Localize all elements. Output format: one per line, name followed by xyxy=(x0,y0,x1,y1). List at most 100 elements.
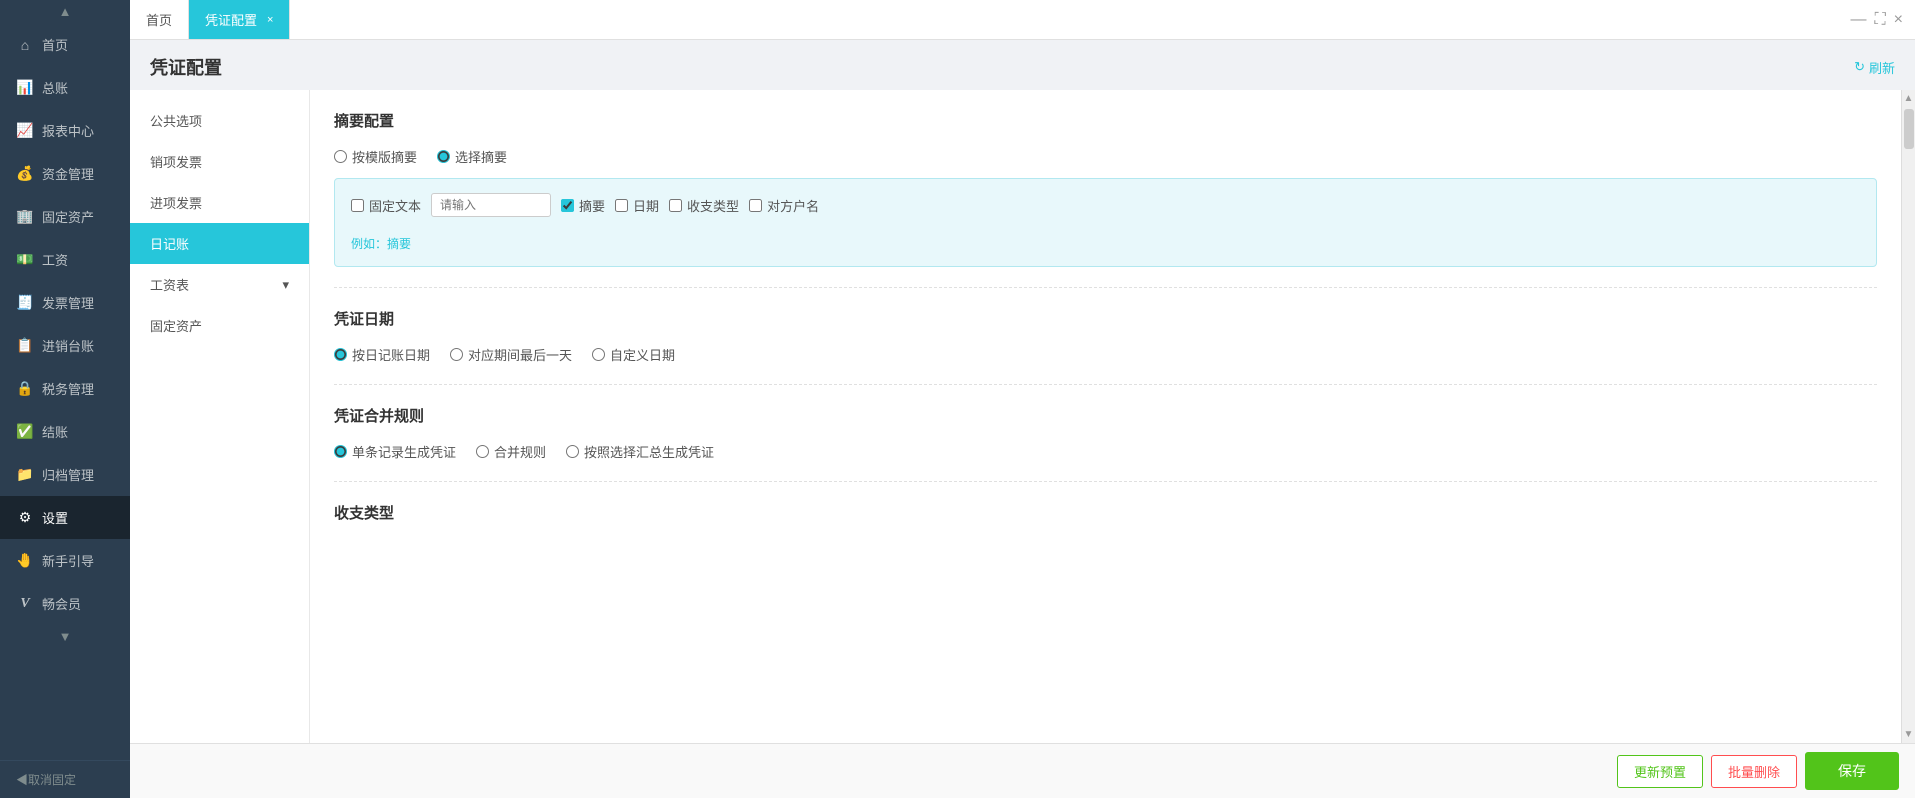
cancel-pin-label: ◀取消固定 xyxy=(16,771,76,788)
section-income-type: 收支类型 xyxy=(334,502,1877,559)
member-icon: V xyxy=(16,596,34,612)
checkbox-date[interactable]: 日期 xyxy=(615,196,659,215)
sidebar-item-guide[interactable]: 🤚 新手引导 xyxy=(0,539,130,582)
home-icon: ⌂ xyxy=(16,37,34,53)
guide-icon: 🤚 xyxy=(16,552,34,569)
left-nav-item-fixed-assets[interactable]: 固定资产 xyxy=(130,305,309,346)
checkbox-abstract[interactable]: 摘要 xyxy=(561,196,605,215)
sidebar-item-tax[interactable]: 🔒 税务管理 xyxy=(0,367,130,410)
bottom-bar: 更新预置 批量删除 保存 xyxy=(130,743,1915,798)
radio-by-selection-input[interactable] xyxy=(566,445,579,458)
sidebar-item-member[interactable]: V 畅会员 xyxy=(0,582,130,625)
sidebar-item-archive[interactable]: 📁 归档管理 xyxy=(0,453,130,496)
left-nav-item-sales-invoice[interactable]: 销项发票 xyxy=(130,141,309,182)
section-income-type-title: 收支类型 xyxy=(334,502,1877,523)
merge-rule-radio-group: 单条记录生成凭证 合并规则 按照选择汇总生成凭证 xyxy=(334,442,1877,461)
outer-scrollbar: ▲ ▼ xyxy=(1901,90,1915,743)
radio-select-abstract[interactable]: 选择摘要 xyxy=(437,147,507,166)
save-button[interactable]: 保存 xyxy=(1805,752,1899,790)
sidebar-item-purchase-sales[interactable]: 📋 进销台账 xyxy=(0,324,130,367)
radio-journal-date[interactable]: 按日记账日期 xyxy=(334,345,430,364)
voucher-date-radio-group: 按日记账日期 对应期间最后一天 自定义日期 xyxy=(334,345,1877,364)
abstract-radio-group: 按模版摘要 选择摘要 xyxy=(334,147,1877,166)
sidebar-item-ledger[interactable]: 📊 总账 xyxy=(0,66,130,109)
sidebar-item-reports[interactable]: 📈 报表中心 xyxy=(0,109,130,152)
radio-last-day-input[interactable] xyxy=(450,348,463,361)
radio-merge-rule-input[interactable] xyxy=(476,445,489,458)
left-nav-item-journal[interactable]: 日记账 xyxy=(130,223,309,264)
section-abstract-title: 摘要配置 xyxy=(334,110,1877,131)
tax-icon: 🔒 xyxy=(16,380,34,397)
refresh-icon: ↻ xyxy=(1854,59,1865,75)
checkbox-date-input[interactable] xyxy=(615,199,628,212)
checkbox-fixed-text[interactable]: 固定文本 xyxy=(351,196,421,215)
radio-single-record-input[interactable] xyxy=(334,445,347,458)
checkbox-fixed-text-input[interactable] xyxy=(351,199,364,212)
tab-close-icon[interactable]: × xyxy=(267,14,273,26)
sidebar-item-invoice-mgmt[interactable]: 🧾 发票管理 xyxy=(0,281,130,324)
tab-actions: — ⛶ × xyxy=(1850,11,1915,29)
sidebar-item-home[interactable]: ⌂ 首页 xyxy=(0,23,130,66)
scroll-down-arrow[interactable]: ▼ xyxy=(1902,726,1915,743)
sidebar-item-assets[interactable]: 🏢 固定资产 xyxy=(0,195,130,238)
radio-single-record[interactable]: 单条记录生成凭证 xyxy=(334,442,456,461)
radio-journal-date-input[interactable] xyxy=(334,348,347,361)
funds-icon: 💰 xyxy=(16,165,34,182)
radio-template-abstract[interactable]: 按模版摘要 xyxy=(334,147,417,166)
sidebar-item-funds[interactable]: 💰 资金管理 xyxy=(0,152,130,195)
settings-icon: ⚙ xyxy=(16,509,34,526)
sidebar-item-settings[interactable]: ⚙ 设置 xyxy=(0,496,130,539)
section-voucher-date-title: 凭证日期 xyxy=(334,308,1877,329)
cancel-pin-button[interactable]: ◀取消固定 xyxy=(0,760,130,798)
scroll-up-arrow[interactable]: ▲ xyxy=(1902,90,1915,107)
sidebar: ▲ ⌂ 首页 📊 总账 📈 报表中心 💰 资金管理 🏢 固定资产 💵 工资 🧾 … xyxy=(0,0,130,798)
update-preview-button[interactable]: 更新预置 xyxy=(1617,755,1703,788)
abstract-config-box: 固定文本 摘要 日期 收支类型 xyxy=(334,178,1877,267)
salary-icon: 💵 xyxy=(16,251,34,268)
settlement-icon: ✅ xyxy=(16,423,34,440)
content-wrapper: 公共选项 销项发票 进项发票 日记账 工资表 ▾ 固定资产 xyxy=(130,90,1915,743)
maximize-button[interactable]: ⛶ xyxy=(1874,11,1885,29)
left-nav-item-purchase-invoice[interactable]: 进项发票 xyxy=(130,182,309,223)
checkbox-counterpart[interactable]: 对方户名 xyxy=(749,196,819,215)
left-nav-item-payroll[interactable]: 工资表 ▾ xyxy=(130,264,309,305)
tab-active-label: 凭证配置 xyxy=(205,10,257,29)
abstract-preview: 例如：摘要 xyxy=(351,235,1860,252)
scroll-thumb[interactable] xyxy=(1904,109,1914,149)
purchase-sales-icon: 📋 xyxy=(16,337,34,354)
invoice-mgmt-icon: 🧾 xyxy=(16,294,34,311)
assets-icon: 🏢 xyxy=(16,208,34,225)
left-nav: 公共选项 销项发票 进项发票 日记账 工资表 ▾ 固定资产 xyxy=(130,90,310,743)
tab-bar: 首页 凭证配置 × — ⛶ × xyxy=(130,0,1915,40)
radio-last-day[interactable]: 对应期间最后一天 xyxy=(450,345,572,364)
tab-home-label: 首页 xyxy=(146,10,172,29)
sidebar-scroll-up[interactable]: ▲ xyxy=(0,0,130,23)
fixed-text-input[interactable] xyxy=(431,193,551,217)
radio-merge-rule[interactable]: 合并规则 xyxy=(476,442,546,461)
checkbox-abstract-input[interactable] xyxy=(561,199,574,212)
main-area: 首页 凭证配置 × — ⛶ × 凭证配置 ↻ 刷新 公共选项 销 xyxy=(130,0,1915,798)
section-merge-rule: 凭证合并规则 单条记录生成凭证 合并规则 按照选择汇总生成凭证 xyxy=(334,405,1877,482)
section-abstract: 摘要配置 按模版摘要 选择摘要 xyxy=(334,110,1877,288)
page-title: 凭证配置 xyxy=(150,54,222,80)
radio-by-selection[interactable]: 按照选择汇总生成凭证 xyxy=(566,442,714,461)
refresh-button[interactable]: ↻ 刷新 xyxy=(1854,58,1895,77)
sidebar-scroll-down[interactable]: ▼ xyxy=(0,625,130,648)
archive-icon: 📁 xyxy=(16,466,34,483)
checkbox-counterpart-input[interactable] xyxy=(749,199,762,212)
ledger-icon: 📊 xyxy=(16,79,34,96)
radio-select-abstract-input[interactable] xyxy=(437,150,450,163)
radio-custom-date-input[interactable] xyxy=(592,348,605,361)
radio-custom-date[interactable]: 自定义日期 xyxy=(592,345,675,364)
minimize-button[interactable]: — xyxy=(1850,11,1866,29)
tab-voucher-config[interactable]: 凭证配置 × xyxy=(189,0,290,39)
checkbox-income-type-input[interactable] xyxy=(669,199,682,212)
batch-delete-button[interactable]: 批量删除 xyxy=(1711,755,1797,788)
radio-template-abstract-input[interactable] xyxy=(334,150,347,163)
close-window-button[interactable]: × xyxy=(1894,11,1903,29)
sidebar-item-salary[interactable]: 💵 工资 xyxy=(0,238,130,281)
tab-home[interactable]: 首页 xyxy=(130,0,189,39)
left-nav-item-public[interactable]: 公共选项 xyxy=(130,100,309,141)
checkbox-income-type[interactable]: 收支类型 xyxy=(669,196,739,215)
sidebar-item-settlement[interactable]: ✅ 结账 xyxy=(0,410,130,453)
